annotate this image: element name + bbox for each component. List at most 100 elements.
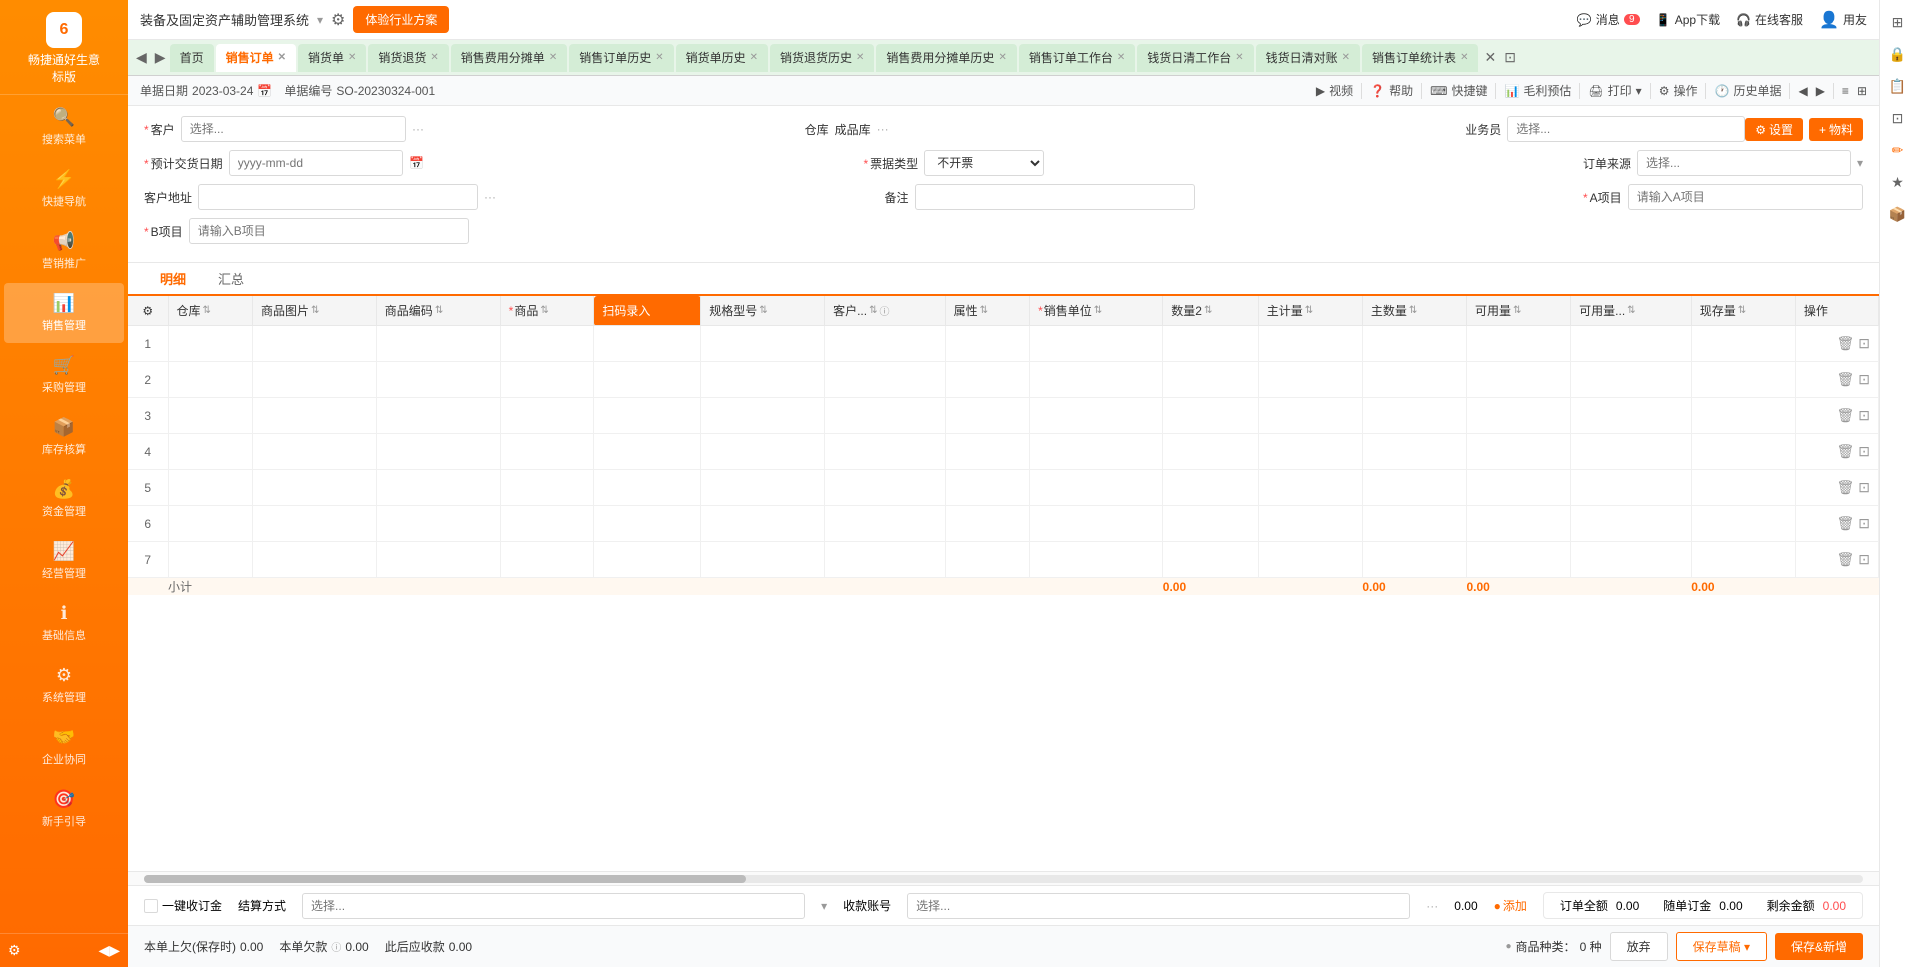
online-service-item[interactable]: 🎧 在线客服 [1736, 11, 1803, 28]
row-product-3[interactable] [500, 398, 594, 434]
one-click-pay-checkbox[interactable]: 一键收订金 [144, 897, 222, 914]
row-main-qty-3[interactable] [1362, 398, 1466, 434]
row-main-qty-5[interactable] [1362, 470, 1466, 506]
tab-12[interactable]: 销售订单统计表 ✕ [1362, 44, 1478, 72]
tab-close-6[interactable]: ✕ [750, 52, 758, 63]
toolbar-shortcut-btn[interactable]: ⌨ 快捷键 [1430, 82, 1487, 99]
row-product-2[interactable] [500, 362, 594, 398]
row-copy-6[interactable]: ⊡ [1858, 515, 1870, 532]
topbar-settings-icon[interactable]: ⚙ [331, 10, 345, 30]
row-property-1[interactable] [945, 326, 1029, 362]
row-delete-3[interactable]: 🗑 [1836, 407, 1854, 424]
solution-btn[interactable]: 体验行业方案 [353, 6, 449, 33]
row-delete-5[interactable]: 🗑 [1836, 479, 1854, 496]
row-copy-3[interactable]: ⊡ [1858, 407, 1870, 424]
delivery-date-input[interactable] [229, 150, 403, 176]
tab-2[interactable]: 销货单 ✕ [298, 44, 366, 72]
row-barcode-5[interactable] [594, 470, 701, 506]
row-property-7[interactable] [945, 542, 1029, 578]
row-customer-code-5[interactable] [825, 470, 946, 506]
row-delete-2[interactable]: 🗑 [1836, 371, 1854, 388]
row-code-1[interactable] [376, 326, 500, 362]
discard-btn[interactable]: 放弃 [1610, 932, 1668, 961]
right-panel-btn-3[interactable]: 📋 [1884, 72, 1912, 100]
row-customer-code-7[interactable] [825, 542, 946, 578]
app-download-item[interactable]: 📱 App下载 [1656, 11, 1720, 28]
toolbar-view-btn[interactable]: ▶ 视频 [1316, 82, 1353, 99]
address-input[interactable] [198, 184, 478, 210]
checkbox-icon[interactable] [144, 899, 158, 913]
add-material-btn[interactable]: + 物料 [1809, 118, 1863, 141]
row-product-4[interactable] [500, 434, 594, 470]
row-property-4[interactable] [945, 434, 1029, 470]
row-main-qty-4[interactable] [1362, 434, 1466, 470]
save-draft-btn[interactable]: 保存草稿 ▾ [1676, 932, 1767, 961]
row-unit-6[interactable] [1030, 506, 1163, 542]
row-delete-1[interactable]: 🗑 [1836, 335, 1854, 352]
tab-8[interactable]: 销售费用分摊单历史 ✕ [876, 44, 1016, 72]
row-copy-4[interactable]: ⊡ [1858, 443, 1870, 460]
user-item[interactable]: 👤 用友 [1819, 10, 1867, 30]
tab-close-5[interactable]: ✕ [655, 52, 663, 63]
tab-close-7[interactable]: ✕ [856, 52, 864, 63]
right-panel-btn-5[interactable]: ✏ [1884, 136, 1912, 164]
toolbar-nav-prev[interactable]: ◀ [1798, 84, 1807, 98]
b-project-input[interactable] [189, 218, 469, 244]
row-customer-code-3[interactable] [825, 398, 946, 434]
sidebar-item-8[interactable]: ℹ 基础信息 [4, 593, 124, 653]
row-code-3[interactable] [376, 398, 500, 434]
toolbar-help-btn[interactable]: ❓ 帮助 [1370, 82, 1413, 99]
tab-close-1[interactable]: ✕ [278, 52, 286, 63]
payment-method-dropdown[interactable]: ▾ [821, 899, 827, 913]
account-dots[interactable]: ··· [1426, 899, 1438, 913]
system-chevron[interactable]: ▾ [317, 13, 323, 27]
order-source-input[interactable] [1637, 150, 1851, 176]
row-barcode-3[interactable] [594, 398, 701, 434]
row-customer-code-4[interactable] [825, 434, 946, 470]
row-code-6[interactable] [376, 506, 500, 542]
row-barcode-6[interactable] [594, 506, 701, 542]
payment-method-input[interactable] [302, 893, 805, 919]
customer-input[interactable] [181, 116, 406, 142]
row-product-6[interactable] [500, 506, 594, 542]
sidebar-item-5[interactable]: 📦 库存核算 [4, 407, 124, 467]
row-main-qty-2[interactable] [1362, 362, 1466, 398]
tab-expand-btn[interactable]: ⊡ [1500, 49, 1520, 66]
row-spec-3[interactable] [701, 398, 825, 434]
sidebar-item-10[interactable]: 🤝 企业协同 [4, 717, 124, 777]
settings-right-btn[interactable]: ⚙ 设置 [1745, 118, 1803, 141]
tab-6[interactable]: 销货单历史 ✕ [676, 44, 768, 72]
row-qty2-2[interactable] [1163, 362, 1258, 398]
row-warehouse-5[interactable] [168, 470, 252, 506]
tab-close-all-btn[interactable]: ✕ [1480, 49, 1500, 66]
row-delete-6[interactable]: 🗑 [1836, 515, 1854, 532]
tab-close-8[interactable]: ✕ [998, 52, 1006, 63]
sidebar-item-7[interactable]: 📈 经营管理 [4, 531, 124, 591]
right-panel-btn-2[interactable]: 🔒 [1884, 40, 1912, 68]
toolbar-list-view-btn[interactable]: ≡ [1842, 84, 1849, 98]
toolbar-nav-next[interactable]: ▶ [1816, 84, 1825, 98]
row-main-qty-6[interactable] [1362, 506, 1466, 542]
credit-info-icon[interactable]: ⓘ [331, 939, 341, 954]
tab-close-12[interactable]: ✕ [1460, 52, 1468, 63]
row-spec-7[interactable] [701, 542, 825, 578]
a-project-input[interactable] [1628, 184, 1863, 210]
right-panel-btn-6[interactable]: ★ [1884, 168, 1912, 196]
row-property-2[interactable] [945, 362, 1029, 398]
tab-close-4[interactable]: ✕ [549, 52, 557, 63]
row-customer-code-6[interactable] [825, 506, 946, 542]
calendar-icon[interactable]: 📅 [257, 84, 272, 98]
toolbar-print-btn[interactable]: 🖨 打印 ▾ [1588, 82, 1641, 99]
row-warehouse-4[interactable] [168, 434, 252, 470]
row-copy-5[interactable]: ⊡ [1858, 479, 1870, 496]
row-code-7[interactable] [376, 542, 500, 578]
row-customer-code-1[interactable] [825, 326, 946, 362]
tab-5[interactable]: 销售订单历史 ✕ [569, 44, 673, 72]
row-spec-2[interactable] [701, 362, 825, 398]
row-spec-1[interactable] [701, 326, 825, 362]
sidebar-item-2[interactable]: 📢 营销推广 [4, 221, 124, 281]
row-unit-7[interactable] [1030, 542, 1163, 578]
invoice-select[interactable]: 不开票 [924, 150, 1044, 176]
row-main-qty-7[interactable] [1362, 542, 1466, 578]
tab-11[interactable]: 钱货日清对账 ✕ [1256, 44, 1360, 72]
